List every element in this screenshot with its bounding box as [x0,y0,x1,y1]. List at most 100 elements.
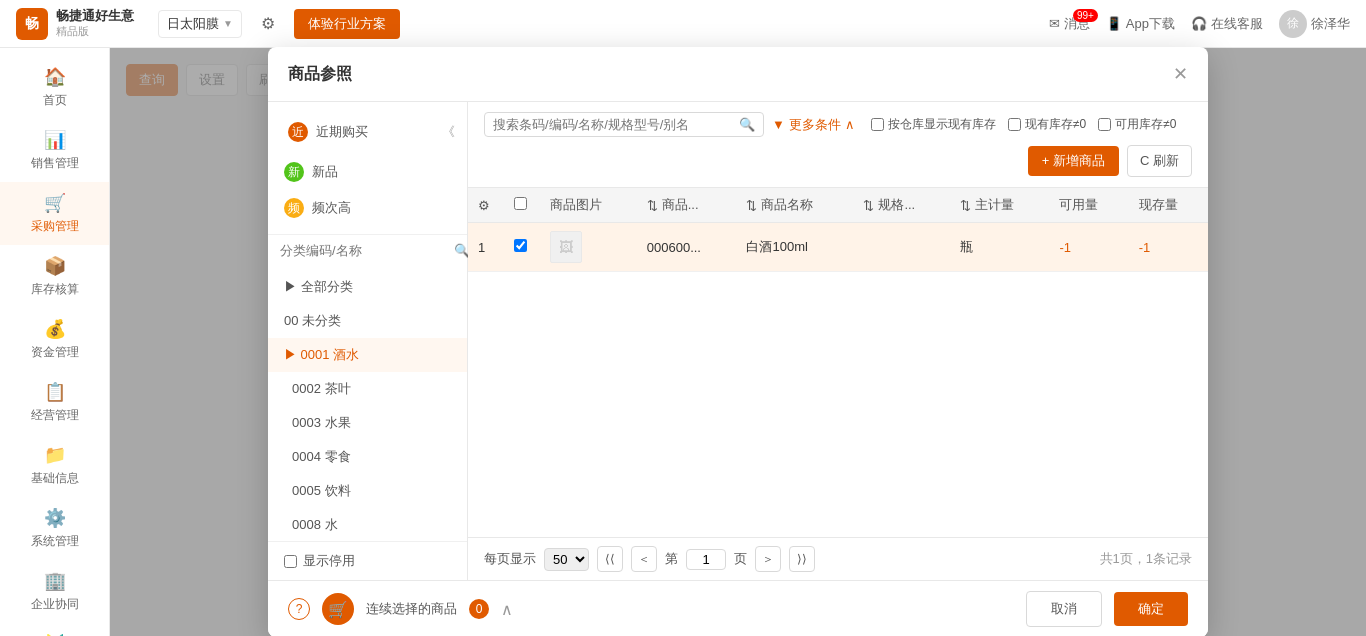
sales-icon: 📊 [44,129,66,151]
cancel-button[interactable]: 取消 [1026,591,1102,627]
finance-icon: 💰 [44,318,66,340]
table-header-row: ⚙ 商品图片 [468,188,1208,223]
logo-icon: 畅 [16,8,48,40]
filter-options: 按仓库显示现有库存 现有库存≠0 可用库存≠0 [871,116,1177,133]
category-search: 🔍 [268,235,467,266]
page-size-select[interactable]: 50 [544,548,589,571]
chevron-up-icon: ∧ [845,117,855,132]
sidebar-item-inventory[interactable]: 📦 库存核算 [0,245,109,308]
product-thumbnail: 🖼 [550,231,582,263]
quick-filters: 近 近期购买 《 新 新品 频 频次高 [268,102,467,235]
warehouse-checkbox[interactable] [871,118,884,131]
sidebar-item-enterprise[interactable]: 🏢 企业协同 [0,560,109,623]
modal-body: 近 近期购买 《 新 新品 频 频次高 [268,102,1208,580]
sidebar-item-guide[interactable]: 🔰 新手引导 [0,623,109,636]
th-code[interactable]: ⇅ 商品... [637,188,737,223]
prev-page-button[interactable]: ＜ [631,546,657,572]
quick-filter-new[interactable]: 新 新品 [268,154,467,190]
available-stock-checkbox[interactable] [1098,118,1111,131]
product-search-input[interactable] [493,117,735,132]
search-icon[interactable]: 🔍 [739,117,755,132]
sidebar-item-sales[interactable]: 📊 销售管理 [0,119,109,182]
help-icon[interactable]: ? [288,598,310,620]
freq-icon: 频 [284,198,304,218]
page-input[interactable]: 1 [686,549,726,570]
collapse-left-button[interactable]: 《 [442,123,455,141]
row-checkbox[interactable] [514,239,527,252]
modal-title: 商品参照 [288,64,352,85]
sidebar-item-system[interactable]: ⚙️ 系统管理 [0,497,109,560]
category-fruit[interactable]: 0003 水果 [268,406,467,440]
td-unit: 瓶 [950,223,1049,272]
sort-icon-name: ⇅ [746,198,757,213]
td-index: 1 [468,223,504,272]
sidebar-item-operation[interactable]: 📋 经营管理 [0,371,109,434]
category-water[interactable]: 0008 水 [268,508,467,541]
messages-button[interactable]: ✉ 消息 99+ [1049,15,1090,33]
sidebar-item-finance[interactable]: 💰 资金管理 [0,308,109,371]
trial-button[interactable]: 体验行业方案 [294,9,400,39]
column-settings-icon[interactable]: ⚙ [478,198,490,213]
show-disabled-checkbox[interactable] [284,555,297,568]
cart-icon[interactable]: 🛒 [322,593,354,625]
th-unit[interactable]: ⇅ 主计量 [950,188,1049,223]
basic-icon: 📁 [44,444,66,466]
category-tea[interactable]: 0002 茶叶 [268,372,467,406]
th-available: 可用量 [1049,188,1128,223]
quick-filter-recent[interactable]: 近 近期购买 [272,114,442,150]
continuous-select-label: 连续选择的商品 [366,600,457,618]
product-table-wrap: ⚙ 商品图片 [468,188,1208,537]
sidebar-item-basic[interactable]: 📁 基础信息 [0,434,109,497]
modal-close-button[interactable]: ✕ [1173,63,1188,85]
category-beverages[interactable]: 0005 饮料 [268,474,467,508]
home-icon: 🏠 [44,66,66,88]
th-checkbox[interactable] [504,188,540,223]
td-available: -1 [1049,223,1128,272]
page-label: 第 [665,550,678,568]
category-snacks[interactable]: 0004 零食 [268,440,467,474]
th-name[interactable]: ⇅ 商品名称 [736,188,853,223]
store-selector[interactable]: 日太阳膜 ▼ [158,10,242,38]
refresh-button[interactable]: C 刷新 [1127,145,1192,177]
collapse-action-icon[interactable]: ∧ [501,600,513,619]
th-settings[interactable]: ⚙ [468,188,504,223]
page-unit: 页 [734,550,747,568]
app-download-button[interactable]: 📱 App下载 [1106,15,1175,33]
user-menu[interactable]: 徐 徐泽华 [1279,10,1350,38]
sidebar-item-home[interactable]: 🏠 首页 [0,56,109,119]
next-page-button[interactable]: ＞ [755,546,781,572]
th-spec[interactable]: ⇅ 规格... [853,188,950,223]
mobile-icon: 📱 [1106,16,1122,31]
more-filters-button[interactable]: ▼ 更多条件 ∧ [772,116,855,134]
customer-service-button[interactable]: 🎧 在线客服 [1191,15,1263,33]
existing-stock-filter[interactable]: 现有库存≠0 [1008,116,1086,133]
category-uncategorized[interactable]: 00 未分类 [268,304,467,338]
table-row[interactable]: 1 🖼 [468,223,1208,272]
td-checkbox[interactable] [504,223,540,272]
sidebar: 🏠 首页 📊 销售管理 🛒 采购管理 📦 库存核算 💰 资金管理 📋 经营管理 … [0,48,110,636]
confirm-button[interactable]: 确定 [1114,592,1188,626]
last-page-button[interactable]: ⟩⟩ [789,546,815,572]
category-all[interactable]: ▶ 全部分类 [268,270,467,304]
warehouse-filter[interactable]: 按仓库显示现有库存 [871,116,996,133]
sidebar-item-purchase[interactable]: 🛒 采购管理 [0,182,109,245]
sort-icon-spec: ⇅ [863,198,874,213]
td-spec [853,223,950,272]
message-badge: 99+ [1073,9,1098,22]
headphone-icon: 🎧 [1191,16,1207,31]
add-product-button[interactable]: + 新增商品 [1028,146,1119,176]
td-name: 白酒100ml [736,223,853,272]
td-code: 000600... [637,223,737,272]
existing-stock-checkbox[interactable] [1008,118,1021,131]
first-page-button[interactable]: ⟨⟨ [597,546,623,572]
available-stock-filter[interactable]: 可用库存≠0 [1098,116,1176,133]
modal-left-panel: 近 近期购买 《 新 新品 频 频次高 [268,102,468,580]
settings-icon[interactable]: ⚙ [254,10,282,38]
quick-filter-frequent[interactable]: 频 频次高 [268,190,467,226]
th-stock: 现存量 [1129,188,1208,223]
select-all-checkbox[interactable] [514,197,527,210]
pagination-bar: 每页显示 50 ⟨⟨ ＜ 第 1 页 ＞ ⟩⟩ 共1页，1条记录 [468,537,1208,580]
category-search-input[interactable] [280,243,448,258]
category-liquor[interactable]: ▶ 0001 酒水 [268,338,467,372]
main-content: 查询 设置 刷新 商品参照 ✕ [110,48,1366,636]
